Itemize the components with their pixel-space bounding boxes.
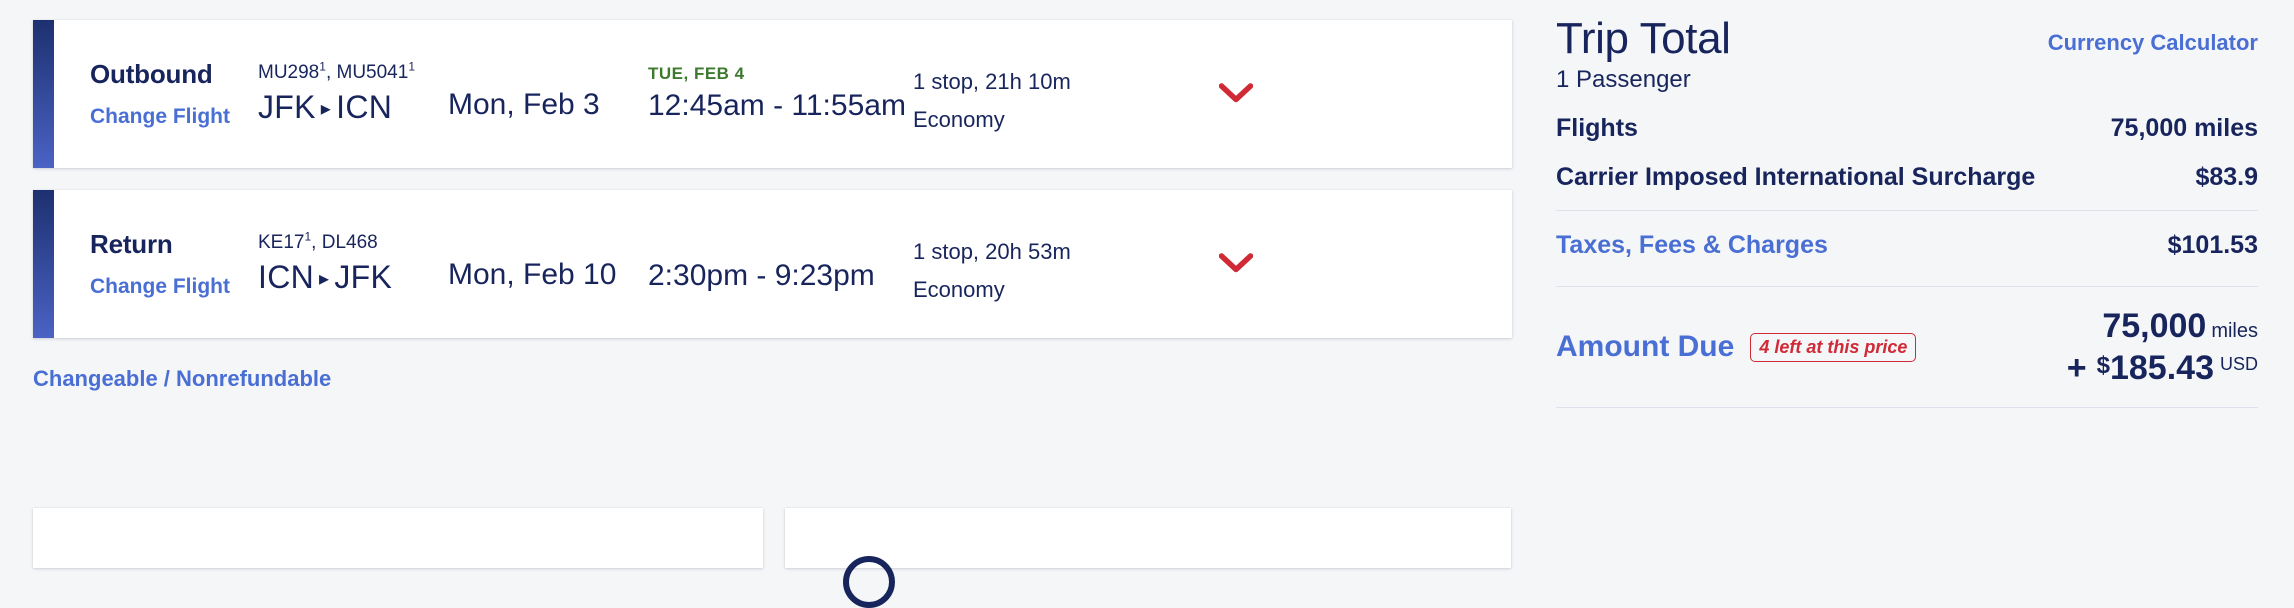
- destination-airport-code: JFK: [334, 258, 393, 295]
- route: JFK ▸ ICN: [258, 89, 448, 126]
- chevron-down-icon: [1219, 253, 1253, 275]
- taxes-fees-link[interactable]: Taxes, Fees & Charges: [1556, 231, 1828, 260]
- price-value: $83.9: [2195, 163, 2258, 192]
- route-arrow-icon: ▸: [319, 267, 330, 290]
- trip-total-header: Trip Total Currency Calculator: [1556, 14, 2258, 63]
- chevron-down-icon: [1219, 83, 1253, 105]
- price-row-surcharge: Carrier Imposed International Surcharge …: [1556, 163, 2258, 192]
- price-value: $101.53: [2167, 231, 2258, 260]
- flight-times: 2:30pm - 9:23pm: [648, 258, 875, 292]
- expand-column: [1163, 71, 1512, 117]
- flight-number-2: MU5041: [336, 61, 409, 83]
- flight-number-separator: ,: [311, 231, 322, 253]
- fare-rules-link[interactable]: Changeable / Nonrefundable: [33, 366, 1530, 392]
- flight-number-1: MU298: [258, 61, 320, 83]
- origin-airport-code: JFK: [258, 88, 316, 125]
- destination-airport-code: ICN: [336, 88, 393, 125]
- price-value: 75,000 miles: [2110, 114, 2258, 143]
- direction-column: Outbound Change Flight: [90, 60, 258, 128]
- card-body: Outbound Change Flight MU2981, MU50411 J…: [54, 20, 1512, 168]
- times-column: 2:30pm - 9:23pm: [648, 235, 913, 294]
- expand-segment-button[interactable]: [1213, 241, 1259, 287]
- itinerary-column: Outbound Change Flight MU2981, MU50411 J…: [0, 0, 1530, 608]
- dollar-sign: $: [2096, 352, 2110, 380]
- amount-due-cash-value: 185.43: [2109, 349, 2214, 388]
- amount-due-cash-unit: USD: [2219, 354, 2258, 375]
- segment-direction-label: Outbound: [90, 59, 213, 90]
- departure-date: Mon, Feb 3: [448, 88, 600, 121]
- route-column: KE171, DL468 ICN ▸ JFK: [258, 230, 448, 296]
- expand-segment-button[interactable]: [1213, 71, 1259, 117]
- amount-due-miles: 75,000 miles: [2067, 309, 2258, 343]
- cabin-class: Economy: [913, 107, 1005, 132]
- passenger-count: 1 Passenger: [1556, 66, 1691, 94]
- price-row-flights: Flights 75,000 miles: [1556, 114, 2258, 143]
- segment-direction-label: Return: [90, 229, 173, 260]
- change-flight-link[interactable]: Change Flight: [90, 275, 258, 298]
- bottom-card-right: [785, 508, 1511, 608]
- times-column: TUE, FEB 4 12:45am - 11:55am: [648, 63, 913, 124]
- price-label: Flights: [1556, 114, 1638, 143]
- trip-total-panel: Trip Total Currency Calculator 1 Passeng…: [1530, 0, 2294, 564]
- bottom-card-left: [33, 508, 763, 568]
- flight-times: 12:45am - 11:55am: [648, 88, 906, 122]
- price-label: Carrier Imposed International Surcharge: [1556, 163, 2036, 192]
- flight-numbers: KE171, DL468: [258, 230, 448, 254]
- amount-due-left: Amount Due 4 left at this price: [1556, 330, 1917, 364]
- flight-number-2-footnote: 1: [408, 59, 416, 74]
- amount-due-label: Amount Due: [1556, 330, 1735, 364]
- card-accent-bar: [33, 190, 54, 338]
- route-column: MU2981, MU50411 JFK ▸ ICN: [258, 60, 448, 126]
- flight-number-separator: ,: [325, 61, 337, 83]
- price-row-taxes: Taxes, Fees & Charges $101.53: [1556, 231, 2258, 260]
- amount-due-miles-unit: miles: [2211, 320, 2258, 343]
- seats-left-badge: 4 left at this price: [1750, 332, 1917, 362]
- card-body: Return Change Flight KE171, DL468 ICN ▸ JF…: [54, 190, 1512, 338]
- flight-numbers: MU2981, MU50411: [258, 60, 448, 84]
- stops-and-duration: 1 stop, 21h 10m: [913, 68, 1071, 94]
- route-arrow-icon: ▸: [320, 97, 332, 120]
- itinerary-card-return: Return Change Flight KE171, DL468 ICN ▸ JF…: [33, 190, 1512, 338]
- divider: [1556, 210, 2258, 212]
- change-flight-link[interactable]: Change Flight: [90, 105, 258, 128]
- route: ICN ▸ JFK: [258, 259, 448, 296]
- stops-and-duration: 1 stop, 20h 53m: [913, 238, 1071, 264]
- divider: [1556, 407, 2258, 409]
- stops-column: 1 stop, 21h 10m Economy: [913, 56, 1163, 132]
- origin-airport-code: ICN: [258, 258, 315, 295]
- card-accent-bar: [33, 20, 54, 168]
- stops-column: 1 stop, 20h 53m Economy: [913, 226, 1163, 302]
- plus-sign: +: [2066, 349, 2087, 388]
- divider: [1556, 286, 2258, 288]
- amount-due-miles-value: 75,000: [2102, 307, 2207, 346]
- expand-column: [1163, 241, 1512, 287]
- flight-number-2: DL468: [321, 231, 378, 253]
- flight-number-1-footnote: 1: [319, 59, 326, 74]
- flight-number-1: KE17: [258, 231, 305, 253]
- amount-due-cash: + $185.43 USD: [2067, 351, 2258, 385]
- bottom-cards-row: [33, 508, 1511, 608]
- cabin-class: Economy: [913, 277, 1005, 302]
- arrival-day-label: TUE, FEB 4: [648, 63, 745, 83]
- amount-due-row: Amount Due 4 left at this price 75,000 mi…: [1556, 309, 2258, 385]
- currency-calculator-link[interactable]: Currency Calculator: [2048, 16, 2258, 56]
- itinerary-card-outbound: Outbound Change Flight MU2981, MU50411 J…: [33, 20, 1512, 168]
- amount-due-values: 75,000 miles + $185.43 USD: [2067, 309, 2258, 385]
- page-title: Trip Total: [1556, 14, 1731, 63]
- departure-date: Mon, Feb 10: [448, 258, 617, 291]
- arrival-day-label: [648, 235, 913, 255]
- direction-column: Return Change Flight: [90, 230, 258, 298]
- booking-summary-page: Outbound Change Flight MU2981, MU50411 J…: [0, 0, 2294, 608]
